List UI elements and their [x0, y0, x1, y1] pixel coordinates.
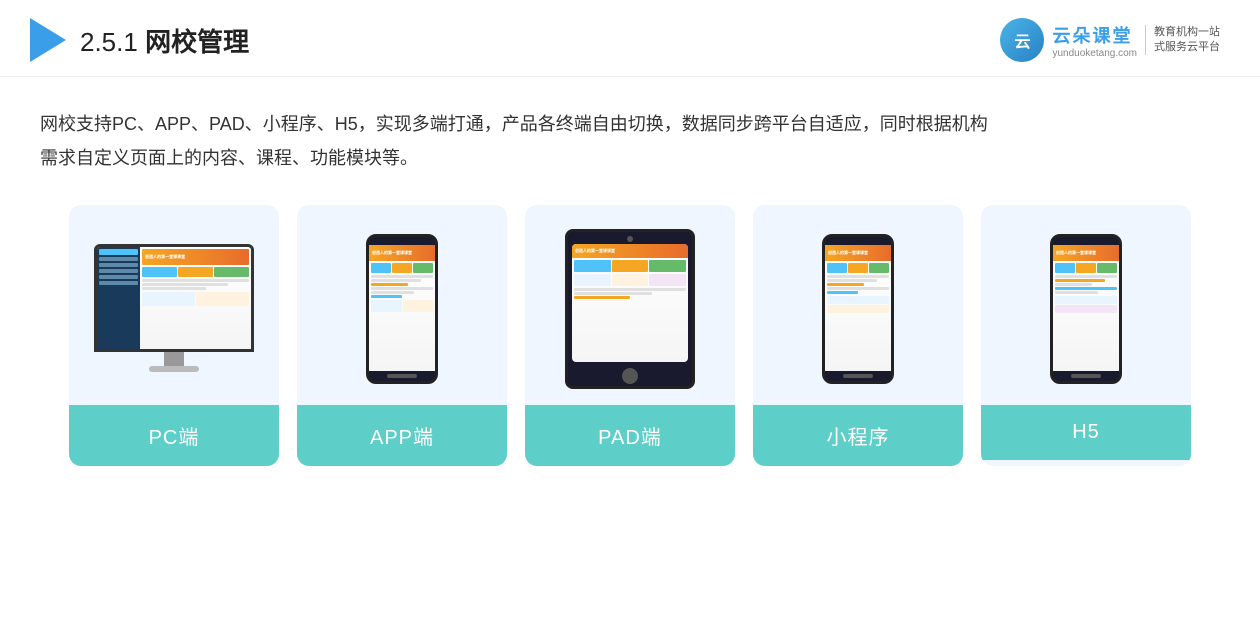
- brand-text: 云朵课堂 yunduoketang.com: [1052, 22, 1137, 59]
- h5-screen: 创造人的第一堂课课堂: [1053, 245, 1119, 371]
- card-pad-image: 创造人的第一堂课课堂: [525, 205, 735, 405]
- card-miniprogram-label: 小程序: [753, 405, 963, 466]
- tablet-screen: 创造人的第一堂课课堂: [572, 244, 688, 362]
- card-miniprogram-image: 创造人的第一堂课课堂: [753, 205, 963, 405]
- tablet-camera: [627, 236, 633, 242]
- brand-url: yunduoketang.com: [1052, 48, 1137, 59]
- card-h5-label: H5: [981, 405, 1191, 460]
- logo-triangle-icon: [30, 18, 66, 62]
- card-h5: 创造人的第一堂课课堂: [981, 205, 1191, 466]
- h5-phone-icon: 创造人的第一堂课课堂: [1050, 234, 1122, 384]
- phone-home-bar: [387, 374, 417, 378]
- card-app-label: APP端: [297, 405, 507, 466]
- pc-monitor-icon: 创造人的第一堂课课堂: [94, 244, 254, 374]
- cards-section: 创造人的第一堂课课堂: [0, 195, 1260, 496]
- card-app: 创造人的第一堂课课堂: [297, 205, 507, 466]
- page-container: 2.5.1 网校管理 云朵课堂 yunduoketang.com 教育机构一站 …: [0, 0, 1260, 630]
- card-pc-image: 创造人的第一堂课课堂: [69, 205, 279, 405]
- h5-home-bar: [1071, 374, 1101, 378]
- brand-icon: [1000, 18, 1044, 62]
- card-pc-label: PC端: [69, 405, 279, 466]
- brand-name: 云朵课堂: [1052, 22, 1132, 48]
- miniprogram-screen: 创造人的第一堂课课堂: [825, 245, 891, 371]
- header-left: 2.5.1 网校管理: [30, 18, 249, 62]
- page-title: 2.5.1 网校管理: [80, 22, 249, 59]
- description-line1: 网校支持PC、APP、PAD、小程序、H5，实现多端打通，产品各终端自由切换，数…: [40, 107, 1220, 141]
- brand-logo: 云朵课堂 yunduoketang.com 教育机构一站 式服务云平台: [1000, 18, 1220, 62]
- card-pad-label: PAD端: [525, 405, 735, 466]
- card-miniprogram: 创造人的第一堂课课堂: [753, 205, 963, 466]
- miniprogram-phone-notch: [846, 237, 870, 245]
- card-h5-image: 创造人的第一堂课课堂: [981, 205, 1191, 405]
- header-right: 云朵课堂 yunduoketang.com 教育机构一站 式服务云平台: [1000, 18, 1220, 62]
- miniprogram-phone-icon: 创造人的第一堂课课堂: [822, 234, 894, 384]
- header: 2.5.1 网校管理 云朵课堂 yunduoketang.com 教育机构一站 …: [0, 0, 1260, 77]
- card-pad: 创造人的第一堂课课堂: [525, 205, 735, 466]
- miniprogram-home-bar: [843, 374, 873, 378]
- pad-tablet-icon: 创造人的第一堂课课堂: [565, 229, 695, 389]
- app-phone-icon: 创造人的第一堂课课堂: [366, 234, 438, 384]
- brand-tagline: 教育机构一站 式服务云平台: [1145, 25, 1220, 56]
- card-pc: 创造人的第一堂课课堂: [69, 205, 279, 466]
- description: 网校支持PC、APP、PAD、小程序、H5，实现多端打通，产品各终端自由切换，数…: [0, 77, 1260, 195]
- phone-notch: [390, 237, 414, 245]
- tablet-home-btn: [622, 368, 638, 384]
- card-app-image: 创造人的第一堂课课堂: [297, 205, 507, 405]
- phone-screen: 创造人的第一堂课课堂: [369, 245, 435, 371]
- h5-phone-notch: [1074, 237, 1098, 245]
- description-line2: 需求自定义页面上的内容、课程、功能模块等。: [40, 141, 1220, 175]
